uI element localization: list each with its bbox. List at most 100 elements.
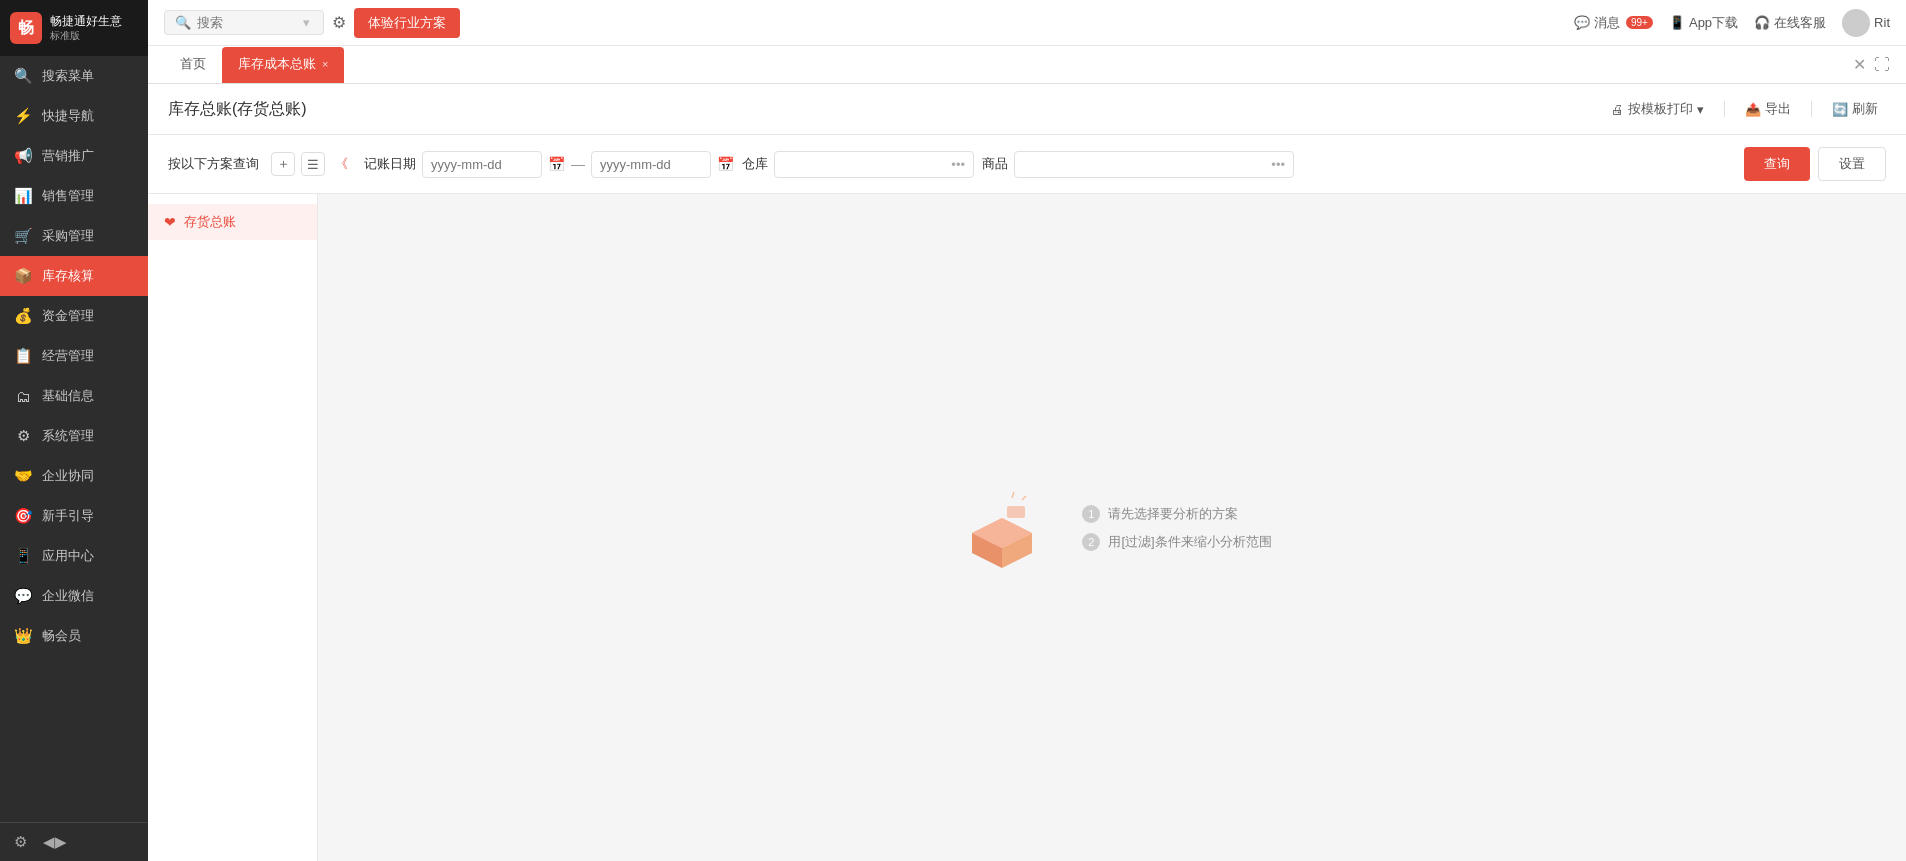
sidebar-item-label: 系统管理: [42, 427, 94, 445]
print-icon: 🖨: [1611, 102, 1624, 117]
empty-tip-2: 2 用[过滤]条件来缩小分析范围: [1082, 533, 1271, 551]
export-label: 导出: [1765, 100, 1791, 118]
industry-btn[interactable]: 体验行业方案: [354, 8, 460, 38]
tip-text-1: 请先选择要分析的方案: [1108, 505, 1238, 523]
headset-icon: 🎧: [1754, 15, 1770, 30]
empty-tip-1: 1 请先选择要分析的方案: [1082, 505, 1271, 523]
empty-content: 1 请先选择要分析的方案 2 用[过滤]条件来缩小分析范围: [952, 478, 1271, 578]
topbar-search-input[interactable]: [197, 15, 297, 30]
sidebar-item-inventory[interactable]: 📦 库存核算: [0, 256, 148, 296]
sidebar-item-apps[interactable]: 📱 应用中心: [0, 536, 148, 576]
online-service-label: 在线客服: [1774, 14, 1826, 32]
print-dropdown-icon: ▾: [1697, 102, 1704, 117]
guide-icon: 🎯: [14, 507, 32, 525]
logo-icon: 畅: [10, 12, 42, 44]
sidebar-item-operation[interactable]: 📋 经营管理: [0, 336, 148, 376]
app-name: 畅捷通好生意: [50, 14, 122, 30]
sidebar-item-finance[interactable]: 💰 资金管理: [0, 296, 148, 336]
sidebar-footer: ⚙ ◀▶: [0, 822, 148, 861]
refresh-icon: 🔄: [1832, 102, 1848, 117]
collapse-sidebar-icon[interactable]: ◀▶: [43, 833, 67, 851]
topbar-right: 💬 消息 99+ 📱 App下载 🎧 在线客服 Rit: [1574, 9, 1890, 37]
tab-home[interactable]: 首页: [164, 47, 222, 83]
tip-num-1: 1: [1082, 505, 1100, 523]
sales-icon: 📊: [14, 187, 32, 205]
basic-icon: 🗂: [14, 388, 32, 405]
message-icon: 💬: [1574, 15, 1590, 30]
sidebar-item-cooperation[interactable]: 🤝 企业协同: [0, 456, 148, 496]
settings-icon[interactable]: ⚙: [14, 833, 27, 851]
user-area[interactable]: Rit: [1842, 9, 1890, 37]
scheme-sidebar: ❤ 存货总账: [148, 194, 318, 861]
sidebar-item-purchase[interactable]: 🛒 采购管理: [0, 216, 148, 256]
settings-btn[interactable]: 设置: [1818, 147, 1886, 181]
sidebar-nav: 🔍 搜索菜单 ⚡ 快捷导航 📢 营销推广 📊 销售管理 🛒 采购管理 📦 库存核…: [0, 56, 148, 822]
page-area: 库存总账(存货总账) 🖨 按模板打印 ▾ 📤 导出 🔄 刷新: [148, 84, 1906, 861]
sidebar-item-label: 新手引导: [42, 507, 94, 525]
product-filter: 商品 •••: [982, 151, 1294, 178]
product-select[interactable]: •••: [1014, 151, 1294, 178]
sidebar-item-guide[interactable]: 🎯 新手引导: [0, 496, 148, 536]
sidebar-item-wechat[interactable]: 💬 企业微信: [0, 576, 148, 616]
sidebar-item-search[interactable]: 🔍 搜索菜单: [0, 56, 148, 96]
sidebar-item-label: 搜索菜单: [42, 67, 94, 85]
date-start-input[interactable]: [422, 151, 542, 178]
sidebar-item-label: 基础信息: [42, 387, 94, 405]
tabs-bar: 首页 库存成本总账 × ✕ ⛶: [148, 46, 1906, 84]
filter-collapse-btn[interactable]: 《: [331, 153, 352, 175]
calendar-start-icon[interactable]: 📅: [548, 156, 565, 172]
refresh-btn[interactable]: 🔄 刷新: [1824, 96, 1886, 122]
warehouse-select[interactable]: •••: [774, 151, 974, 178]
messages-btn[interactable]: 💬 消息 99+: [1574, 14, 1653, 32]
warehouse-label: 仓库: [742, 155, 768, 173]
sidebar-item-label: 快捷导航: [42, 107, 94, 125]
empty-area: 1 请先选择要分析的方案 2 用[过滤]条件来缩小分析范围: [318, 194, 1906, 861]
tab-expand-icon[interactable]: ⛶: [1874, 56, 1890, 74]
topbar-left: 🔍 ▾ ⚙ 体验行业方案: [164, 8, 1564, 38]
filter-add-btn[interactable]: ＋: [271, 152, 295, 176]
print-btn[interactable]: 🖨 按模板打印 ▾: [1603, 96, 1712, 122]
product-label: 商品: [982, 155, 1008, 173]
print-label: 按模板打印: [1628, 100, 1693, 118]
divider: [1724, 101, 1725, 117]
marketing-icon: 📢: [14, 147, 32, 165]
sidebar-item-system[interactable]: ⚙ 系统管理: [0, 416, 148, 456]
query-btn[interactable]: 查询: [1744, 147, 1810, 181]
tab-close-right-icon[interactable]: ✕: [1853, 55, 1866, 74]
online-service-btn[interactable]: 🎧 在线客服: [1754, 14, 1826, 32]
export-btn[interactable]: 📤 导出: [1737, 96, 1799, 122]
sidebar-item-label: 采购管理: [42, 227, 94, 245]
sidebar-item-quicknav[interactable]: ⚡ 快捷导航: [0, 96, 148, 136]
sidebar-item-basic[interactable]: 🗂 基础信息: [0, 376, 148, 416]
scheme-item-inventory-ledger[interactable]: ❤ 存货总账: [148, 204, 317, 240]
system-icon: ⚙: [14, 427, 32, 445]
sidebar-item-label: 资金管理: [42, 307, 94, 325]
date-separator: —: [571, 156, 585, 172]
tip-num-2: 2: [1082, 533, 1100, 551]
settings-gear-icon[interactable]: ⚙: [332, 13, 346, 32]
calendar-end-icon[interactable]: 📅: [717, 156, 734, 172]
sidebar-item-label: 企业微信: [42, 587, 94, 605]
date-label: 记账日期: [364, 155, 416, 173]
page-header: 库存总账(存货总账) 🖨 按模板打印 ▾ 📤 导出 🔄 刷新: [148, 84, 1906, 135]
search-icon-small: 🔍: [175, 15, 191, 30]
messages-label: 消息: [1594, 14, 1620, 32]
topbar: 🔍 ▾ ⚙ 体验行业方案 💬 消息 99+ 📱 App下载 🎧 在线客服: [148, 0, 1906, 46]
search-icon: 🔍: [14, 67, 32, 85]
tab-inventory-ledger[interactable]: 库存成本总账 ×: [222, 47, 344, 83]
sidebar-item-label: 应用中心: [42, 547, 94, 565]
tab-close-btn[interactable]: ×: [322, 58, 328, 70]
vip-icon: 👑: [14, 627, 32, 645]
sidebar-item-sales[interactable]: 📊 销售管理: [0, 176, 148, 216]
app-download-btn[interactable]: 📱 App下载: [1669, 14, 1738, 32]
sidebar-item-marketing[interactable]: 📢 营销推广: [0, 136, 148, 176]
filter-manage-btn[interactable]: ☰: [301, 152, 325, 176]
user-avatar: [1842, 9, 1870, 37]
topbar-search-area[interactable]: 🔍 ▾: [164, 10, 324, 35]
sidebar-item-vip[interactable]: 👑 畅会员: [0, 616, 148, 656]
sidebar-item-label: 经营管理: [42, 347, 94, 365]
username: Rit: [1874, 15, 1890, 30]
scheme-heart-icon: ❤: [164, 214, 176, 230]
divider2: [1811, 101, 1812, 117]
date-end-input[interactable]: [591, 151, 711, 178]
